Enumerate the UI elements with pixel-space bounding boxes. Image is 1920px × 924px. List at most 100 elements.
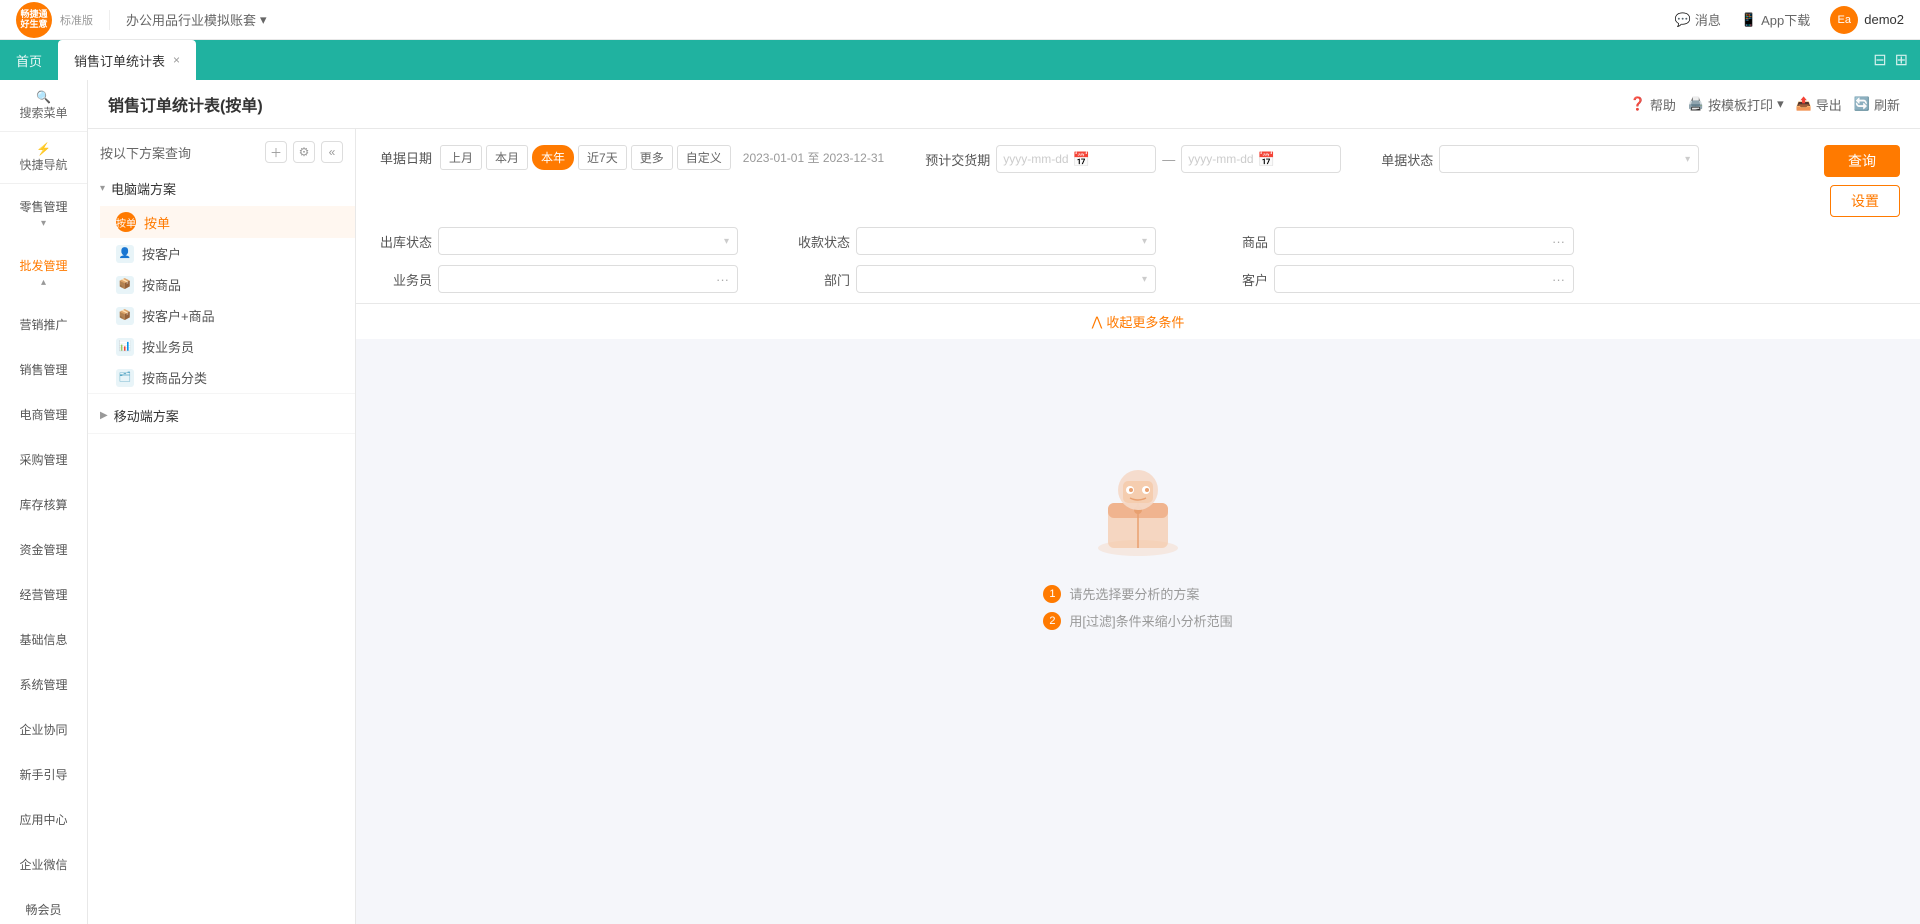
date-more-btn[interactable]: 更多 (631, 145, 673, 170)
tree-item-by-customer-goods[interactable]: 📦 按客户+商品 (100, 300, 355, 331)
sidebar: 🔍 搜索菜单 ⚡ 快捷导航 零售管理 ▾ 批发管理 ▴ 营销推广 销售管理 电商… (0, 80, 88, 924)
sidebar-item-apps[interactable]: 应用中心 (0, 797, 87, 842)
date-quick-buttons: 上月 本月 本年 近7天 更多 自定义 (440, 145, 731, 170)
export-button[interactable]: 📤 导出 (1796, 95, 1842, 114)
receipt-status-select[interactable]: ▾ (856, 227, 1156, 255)
tree-expand-icon: ▾ (100, 183, 105, 194)
sidebar-item-sales[interactable]: 销售管理 (0, 347, 87, 392)
filter-row-1-container: 单据日期 上月 本月 本年 近7天 更多 自定义 2023-01-01 至 20… (356, 129, 1920, 217)
sidebar-item-basics[interactable]: 基础信息 (0, 617, 87, 662)
calendar-icon-2[interactable]: 📅 (1258, 151, 1275, 168)
user-section[interactable]: Ea demo2 (1830, 6, 1904, 34)
sidebar-item-ecommerce[interactable]: 电商管理 (0, 392, 87, 437)
dept-select[interactable]: ▾ (856, 265, 1156, 293)
tab-sales-order-stats[interactable]: 销售订单统计表 × (58, 40, 196, 80)
workspace-dropdown[interactable]: 办公用品行业模拟账套 ▾ (126, 10, 267, 29)
collapse-scheme-button[interactable]: « (321, 141, 343, 163)
customer-more-icon[interactable]: ··· (1552, 272, 1565, 287)
filter-row-1: 单据日期 上月 本月 本年 近7天 更多 自定义 2023-01-01 至 20… (376, 145, 1900, 217)
sidebar-item-purchase[interactable]: 采购管理 (0, 437, 87, 482)
message-action[interactable]: 💬 消息 (1675, 10, 1721, 29)
date-7days-btn[interactable]: 近7天 (578, 145, 627, 170)
sidebar-item-finance[interactable]: 资金管理 (0, 527, 87, 572)
tree-group-pc-header[interactable]: ▾ 电脑端方案 (88, 171, 355, 206)
date-this-month-btn[interactable]: 本月 (486, 145, 528, 170)
out-status-select[interactable]: ▾ (438, 227, 738, 255)
expected-date-to[interactable]: yyyy-mm-dd 📅 (1181, 145, 1341, 173)
tab-bar: 首页 销售订单统计表 × ⊟ ⊞ (0, 40, 1920, 80)
expected-date-group: 预计交货期 yyyy-mm-dd 📅 — yyyy-mm-dd 📅 (920, 145, 1341, 173)
top-bar: 畅捷通好生意 标准版 办公用品行业模拟账套 ▾ 💬 消息 📱 App下载 Ea … (0, 0, 1920, 40)
brand-logo: 畅捷通好生意 (16, 2, 52, 38)
tree-item-by-order[interactable]: 按单 按单 (100, 206, 355, 238)
goods-more-icon[interactable]: ··· (1552, 234, 1565, 249)
salesman-more-icon[interactable]: ··· (716, 272, 729, 287)
by-goods-icon: 📦 (116, 276, 134, 294)
filter-row-3-container: 业务员 ··· 部门 ▾ (356, 255, 1920, 303)
sidebar-item-quick-nav[interactable]: ⚡ 快捷导航 (0, 132, 87, 184)
query-button[interactable]: 查询 (1824, 145, 1900, 177)
tab-close-icon[interactable]: × (173, 53, 180, 67)
sidebar-item-inventory[interactable]: 库存核算 (0, 482, 87, 527)
goods-input[interactable]: ··· (1274, 227, 1574, 255)
page-header: 销售订单统计表(按单) ❓ 帮助 🖨️ 按模板打印 ▾ 📤 导出 🔄 刷新 (88, 80, 1920, 129)
sidebar-item-marketing[interactable]: 营销推广 (0, 302, 87, 347)
tip-num-2: 2 (1043, 612, 1061, 630)
scheme-panel-header: 按以下方案查询 ＋ ⚙ « (88, 141, 355, 171)
sidebar-item-newbie[interactable]: 新手引导 (0, 752, 87, 797)
by-category-icon: 🗂 (116, 369, 134, 387)
sidebar-item-wholesale[interactable]: 批发管理 ▴ (0, 243, 87, 302)
tree-item-by-customer[interactable]: 👤 按客户 (100, 238, 355, 269)
tab-home[interactable]: 首页 (0, 40, 58, 80)
order-status-select[interactable]: ▾ (1439, 145, 1699, 173)
tree-item-by-goods[interactable]: 📦 按商品 (100, 269, 355, 300)
sidebar-item-operations[interactable]: 经营管理 (0, 572, 87, 617)
print-icon: 🖨️ (1688, 96, 1704, 112)
filter-row-2-container: 出库状态 ▾ 收款状态 ▾ (356, 217, 1920, 255)
add-scheme-button[interactable]: ＋ (265, 141, 287, 163)
date-custom-btn[interactable]: 自定义 (677, 145, 731, 170)
order-status-label: 单据状态 (1377, 150, 1433, 169)
help-button[interactable]: ❓ 帮助 (1630, 95, 1676, 114)
salesman-input[interactable]: ··· (438, 265, 738, 293)
scheme-panel: 按以下方案查询 ＋ ⚙ « ▾ 电脑端方案 按单 (88, 129, 356, 924)
tree-group-mobile-header[interactable]: ▶ 移动端方案 (88, 398, 355, 433)
date-this-year-btn[interactable]: 本年 (532, 145, 574, 170)
refresh-button[interactable]: 🔄 刷新 (1854, 95, 1900, 114)
content-area: 销售订单统计表(按单) ❓ 帮助 🖨️ 按模板打印 ▾ 📤 导出 🔄 刷新 (88, 80, 1920, 924)
avatar: Ea (1830, 6, 1858, 34)
sidebar-item-retail[interactable]: 零售管理 ▾ (0, 184, 87, 243)
minimize-icon[interactable]: ⊟ (1873, 50, 1886, 70)
by-customer-icon: 👤 (116, 245, 134, 263)
customer-input[interactable]: ··· (1274, 265, 1574, 293)
sidebar-item-enterprise[interactable]: 企业协同 (0, 707, 87, 752)
collapse-button[interactable]: ⋀ 收起更多条件 (356, 304, 1920, 339)
chevron-icon: ▾ (41, 218, 46, 229)
sidebar-item-wechat[interactable]: 企业微信 (0, 842, 87, 887)
tree-expand-mobile-icon: ▶ (100, 410, 108, 421)
calendar-icon-1[interactable]: 📅 (1073, 151, 1090, 168)
settings-scheme-button[interactable]: ⚙ (293, 141, 315, 163)
top-bar-actions: 💬 消息 📱 App下载 Ea demo2 (1675, 6, 1904, 34)
sidebar-item-system[interactable]: 系统管理 (0, 662, 87, 707)
expected-date-label: 预计交货期 (920, 150, 990, 169)
tree-group-mobile-label: 移动端方案 (114, 406, 179, 425)
refresh-icon: 🔄 (1854, 96, 1870, 112)
page-actions: ❓ 帮助 🖨️ 按模板打印 ▾ 📤 导出 🔄 刷新 (1630, 95, 1900, 126)
out-status-arrow: ▾ (724, 236, 729, 247)
date-prev-month-btn[interactable]: 上月 (440, 145, 482, 170)
username-label: demo2 (1864, 12, 1904, 27)
print-dropdown-icon: ▾ (1777, 96, 1784, 112)
setting-button[interactable]: 设置 (1830, 185, 1900, 217)
tree-item-by-salesman[interactable]: 📊 按业务员 (100, 331, 355, 362)
print-button[interactable]: 🖨️ 按模板打印 ▾ (1688, 95, 1784, 114)
sidebar-item-member[interactable]: 畅会员 (0, 887, 87, 924)
date-separator: — (1162, 152, 1175, 167)
tree-item-by-category[interactable]: 🗂 按商品分类 (100, 362, 355, 393)
maximize-icon[interactable]: ⊞ (1895, 50, 1908, 70)
expected-date-from[interactable]: yyyy-mm-dd 📅 (996, 145, 1156, 173)
panel-layout: 按以下方案查询 ＋ ⚙ « ▾ 电脑端方案 按单 (88, 129, 1920, 924)
app-download-action[interactable]: 📱 App下载 (1741, 10, 1810, 29)
receipt-status-group: 收款状态 ▾ (794, 227, 1156, 255)
sidebar-item-search-menu[interactable]: 🔍 搜索菜单 (0, 80, 87, 132)
